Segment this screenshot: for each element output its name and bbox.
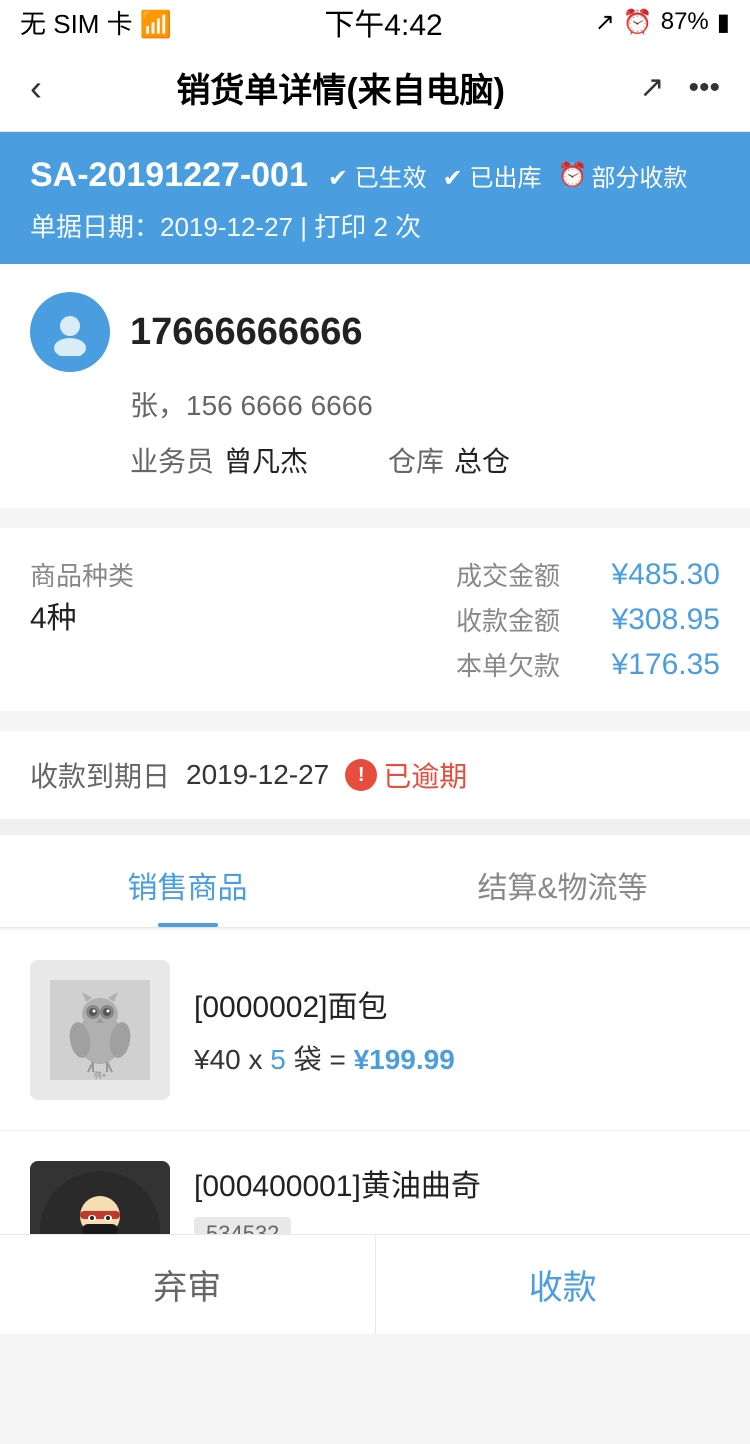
product-count-label: 商品种类	[30, 556, 375, 593]
back-button[interactable]: ‹	[30, 67, 42, 109]
product-item-1: 鸮+ [0000002]面包 ¥40 x 5 袋 = ¥199.99	[0, 930, 750, 1131]
salesperson-item: 业务员 曾凡杰	[130, 440, 308, 480]
customer-name: 张，156 6666 6666	[30, 384, 720, 424]
alarm-icon: ⏰	[623, 8, 653, 37]
amount-row-3: 本单欠款 ¥176.35	[456, 646, 720, 683]
order-meta: 单据日期：2019-12-27 | 打印 2 次	[30, 207, 720, 244]
location-icon: ↗	[595, 8, 615, 37]
customer-avatar	[30, 292, 110, 372]
product-total-1: ¥199.99	[354, 1044, 455, 1075]
status-left: 无 SIM 卡 📶	[20, 4, 172, 41]
tabs-section: 销售商品 结算&物流等	[0, 835, 750, 928]
tab-settlement[interactable]: 结算&物流等	[375, 835, 750, 927]
battery-icon: ▮	[717, 8, 730, 37]
product-count-value: 4种	[30, 593, 375, 637]
due-section: 收款到期日 2019-12-27 ! 已逾期	[0, 731, 750, 819]
overdue-text: 已逾期	[383, 755, 467, 795]
product-name-2: [000400001]黄油曲奇	[194, 1161, 720, 1205]
warehouse-item: 仓库 总仓	[388, 440, 510, 480]
discard-button[interactable]: 弃审	[0, 1235, 376, 1334]
amount-label-3: 本单欠款	[456, 646, 560, 683]
overdue-icon: !	[345, 759, 377, 791]
due-label: 收款到期日	[30, 755, 170, 795]
overdue-badge: ! 已逾期	[345, 755, 467, 795]
product-qty-1: 5	[270, 1044, 286, 1075]
product-image-1: 鸮+	[30, 960, 170, 1100]
product-price-1: ¥40 x 5 袋 = ¥199.99	[194, 1038, 720, 1078]
customer-top: 17666666666	[30, 292, 720, 372]
amount-value-2: ¥308.95	[580, 603, 720, 637]
nav-bar: ‹ 销货单详情(来自电脑) ↗︎ •••	[0, 44, 750, 132]
nav-actions: ↗︎ •••	[639, 70, 720, 105]
svg-text:鸮+: 鸮+	[94, 1070, 107, 1080]
product-name-1: [0000002]面包	[194, 982, 720, 1026]
amount-row-1: 成交金额 ¥485.30	[456, 556, 720, 593]
amount-value-3: ¥176.35	[580, 648, 720, 682]
order-id: SA-20191227-001	[30, 156, 308, 195]
order-header-top: SA-20191227-001 ✔ 已生效 ✔ 已出库 ⏰ 部分收款	[30, 156, 720, 195]
due-date: 2019-12-27	[186, 759, 329, 791]
tab-sales[interactable]: 销售商品	[0, 835, 375, 927]
bottom-bar: 弃审 收款	[0, 1234, 750, 1334]
amount-label-1: 成交金额	[456, 556, 560, 593]
status-bar: 无 SIM 卡 📶 下午4:42 ↗ ⏰ 87% ▮	[0, 0, 750, 44]
amount-label-2: 收款金额	[456, 601, 560, 638]
status-time: 下午4:42	[324, 0, 442, 44]
badge-active: ✔ 已生效	[328, 158, 427, 193]
customer-section: 17666666666 张，156 6666 6666 业务员 曾凡杰 仓库 总…	[0, 264, 750, 508]
status-badges: ✔ 已生效 ✔ 已出库 ⏰ 部分收款	[328, 158, 687, 193]
product-count: 商品种类 4种	[30, 556, 375, 637]
customer-details: 业务员 曾凡杰 仓库 总仓	[30, 440, 720, 480]
section-divider	[0, 819, 750, 835]
amounts-section: 商品种类 4种 成交金额 ¥485.30 收款金额 ¥308.95 本单欠款 ¥…	[0, 528, 750, 711]
share-icon[interactable]: ↗︎	[639, 70, 664, 105]
more-icon[interactable]: •••	[688, 71, 720, 105]
amount-row-2: 收款金额 ¥308.95	[456, 601, 720, 638]
product-info-1: [0000002]面包 ¥40 x 5 袋 = ¥199.99	[194, 960, 720, 1100]
amount-value-1: ¥485.30	[580, 558, 720, 592]
amounts-right: 成交金额 ¥485.30 收款金额 ¥308.95 本单欠款 ¥176.35	[375, 556, 720, 683]
badge-partial: ⏰ 部分收款	[557, 158, 687, 193]
order-header: SA-20191227-001 ✔ 已生效 ✔ 已出库 ⏰ 部分收款 单据日期：…	[0, 132, 750, 264]
battery-text: 87%	[661, 8, 709, 36]
badge-shipped: ✔ 已出库	[443, 158, 542, 193]
status-right: ↗ ⏰ 87% ▮	[595, 8, 730, 37]
customer-phone: 17666666666	[130, 311, 362, 354]
warehouse-value: 总仓	[454, 440, 510, 480]
page-title: 销货单详情(来自电脑)	[176, 63, 505, 112]
collect-button[interactable]: 收款	[376, 1235, 750, 1334]
clock-icon: ⏰	[557, 161, 587, 190]
salesperson-value: 曾凡杰	[224, 440, 308, 480]
